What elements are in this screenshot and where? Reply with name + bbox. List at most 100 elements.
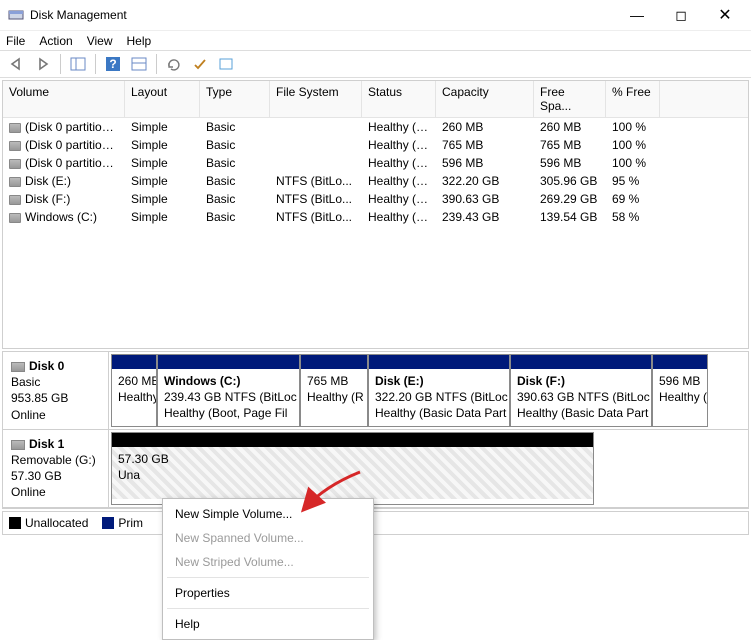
partition-size: 260 MB — [118, 373, 150, 389]
partition-size: 390.63 GB NTFS (BitLoc — [517, 389, 645, 405]
table-row[interactable]: Disk (F:)SimpleBasicNTFS (BitLo...Health… — [3, 190, 748, 208]
partition-label: Windows (C:) — [164, 373, 293, 389]
col-capacity[interactable]: Capacity — [436, 81, 534, 117]
menu-help[interactable]: Help — [163, 612, 373, 636]
partition-status: Una — [118, 467, 587, 483]
cell-capacity: 596 MB — [436, 154, 534, 172]
col-type[interactable]: Type — [200, 81, 270, 117]
maximize-button[interactable]: ◻ — [659, 0, 703, 30]
cell-layout: Simple — [125, 154, 200, 172]
disk-info[interactable]: Disk 1Removable (G:)57.30 GBOnline — [3, 430, 109, 507]
cell-pfree: 95 % — [606, 172, 660, 190]
cell-layout: Simple — [125, 118, 200, 136]
partition-status: Healthy — [118, 389, 150, 405]
col-spacer — [660, 81, 748, 117]
cell-type: Basic — [200, 190, 270, 208]
refresh-button[interactable] — [163, 53, 185, 75]
partition-label: Disk (E:) — [375, 373, 503, 389]
table-row[interactable]: (Disk 0 partition 7)SimpleBasicHealthy (… — [3, 154, 748, 172]
legend-primary: Prim — [102, 516, 143, 530]
partition[interactable]: Windows (C:)239.43 GB NTFS (BitLocHealth… — [157, 354, 300, 427]
cell-pfree: 58 % — [606, 208, 660, 226]
cell-type: Basic — [200, 208, 270, 226]
help-button[interactable]: ? — [102, 53, 124, 75]
partition[interactable]: Disk (F:)390.63 GB NTFS (BitLocHealthy (… — [510, 354, 652, 427]
volume-table: Volume Layout Type File System Status Ca… — [2, 80, 749, 349]
partition[interactable]: Disk (E:)322.20 GB NTFS (BitLocHealthy (… — [368, 354, 510, 427]
partition-size: 322.20 GB NTFS (BitLoc — [375, 389, 503, 405]
partition-bar — [301, 355, 367, 369]
disk-name: Disk 1 — [29, 437, 64, 451]
app-icon — [8, 7, 24, 23]
partition-status: Healthy (Basic Data Part — [375, 405, 503, 421]
col-volume[interactable]: Volume — [3, 81, 125, 117]
window-title: Disk Management — [30, 8, 615, 22]
minimize-button[interactable]: ― — [615, 0, 659, 30]
menu-action[interactable]: Action — [39, 34, 72, 48]
partition-bar — [369, 355, 509, 369]
partition-label: Disk (F:) — [517, 373, 645, 389]
show-hide-tree-button[interactable] — [67, 53, 89, 75]
volume-table-body: (Disk 0 partition 1)SimpleBasicHealthy (… — [3, 118, 748, 348]
cell-layout: Simple — [125, 190, 200, 208]
menu-new-striped-volume: New Striped Volume... — [163, 550, 373, 574]
table-row[interactable]: (Disk 0 partition 1)SimpleBasicHealthy (… — [3, 118, 748, 136]
toolbar-button-6[interactable] — [189, 53, 211, 75]
separator — [156, 54, 157, 74]
disk-info[interactable]: Disk 0Basic953.85 GBOnline — [3, 352, 109, 429]
cell-type: Basic — [200, 154, 270, 172]
partition[interactable]: 596 MBHealthy (R — [652, 354, 708, 427]
cell-fs — [270, 154, 362, 172]
cell-capacity: 239.43 GB — [436, 208, 534, 226]
cell-capacity: 765 MB — [436, 136, 534, 154]
cell-status: Healthy (B... — [362, 208, 436, 226]
cell-free: 139.54 GB — [534, 208, 606, 226]
menu-view[interactable]: View — [87, 34, 113, 48]
cell-fs: NTFS (BitLo... — [270, 208, 362, 226]
toolbar-button-4[interactable] — [128, 53, 150, 75]
cell-pfree: 100 % — [606, 118, 660, 136]
col-percent-free[interactable]: % Free — [606, 81, 660, 117]
titlebar: Disk Management ― ◻ ✕ — [0, 0, 751, 30]
menu-properties[interactable]: Properties — [163, 581, 373, 605]
close-button[interactable]: ✕ — [703, 0, 747, 30]
menu-new-simple-volume[interactable]: New Simple Volume... — [163, 502, 373, 526]
legend: Unallocated Prim — [2, 511, 749, 535]
table-row[interactable]: Windows (C:)SimpleBasicNTFS (BitLo...Hea… — [3, 208, 748, 226]
col-free-space[interactable]: Free Spa... — [534, 81, 606, 117]
partition-body: 765 MBHealthy (R — [301, 369, 367, 421]
cell-layout: Simple — [125, 136, 200, 154]
separator — [60, 54, 61, 74]
partition-bar — [112, 355, 156, 369]
menu-file[interactable]: File — [6, 34, 25, 48]
disk-row: Disk 1Removable (G:)57.30 GBOnline57.30 … — [3, 430, 748, 508]
cell-free: 765 MB — [534, 136, 606, 154]
window-controls: ― ◻ ✕ — [615, 0, 747, 30]
disk-icon — [11, 440, 25, 450]
menu-separator — [167, 608, 369, 609]
cell-type: Basic — [200, 172, 270, 190]
disk-row: Disk 0Basic953.85 GBOnline260 MBHealthyW… — [3, 352, 748, 430]
partition[interactable]: 765 MBHealthy (R — [300, 354, 368, 427]
menu-separator — [167, 577, 369, 578]
forward-button[interactable] — [32, 53, 54, 75]
partition[interactable]: 57.30 GBUna — [111, 432, 594, 505]
partition-status: Healthy (R — [659, 389, 701, 405]
menu-help[interactable]: Help — [127, 34, 152, 48]
col-status[interactable]: Status — [362, 81, 436, 117]
cell-status: Healthy (R... — [362, 136, 436, 154]
back-button[interactable] — [6, 53, 28, 75]
table-row[interactable]: Disk (E:)SimpleBasicNTFS (BitLo...Health… — [3, 172, 748, 190]
col-layout[interactable]: Layout — [125, 81, 200, 117]
table-row[interactable]: (Disk 0 partition 4)SimpleBasicHealthy (… — [3, 136, 748, 154]
toolbar-button-7[interactable] — [215, 53, 237, 75]
toolbar: ? — [0, 50, 751, 78]
partition-bar — [158, 355, 299, 369]
partition[interactable]: 260 MBHealthy — [111, 354, 157, 427]
svg-text:?: ? — [109, 57, 116, 71]
cell-fs: NTFS (BitLo... — [270, 190, 362, 208]
partition-body: Windows (C:)239.43 GB NTFS (BitLocHealth… — [158, 369, 299, 421]
disk-map: Disk 0Basic953.85 GBOnline260 MBHealthyW… — [2, 351, 749, 509]
menubar: File Action View Help — [0, 30, 751, 50]
col-filesystem[interactable]: File System — [270, 81, 362, 117]
